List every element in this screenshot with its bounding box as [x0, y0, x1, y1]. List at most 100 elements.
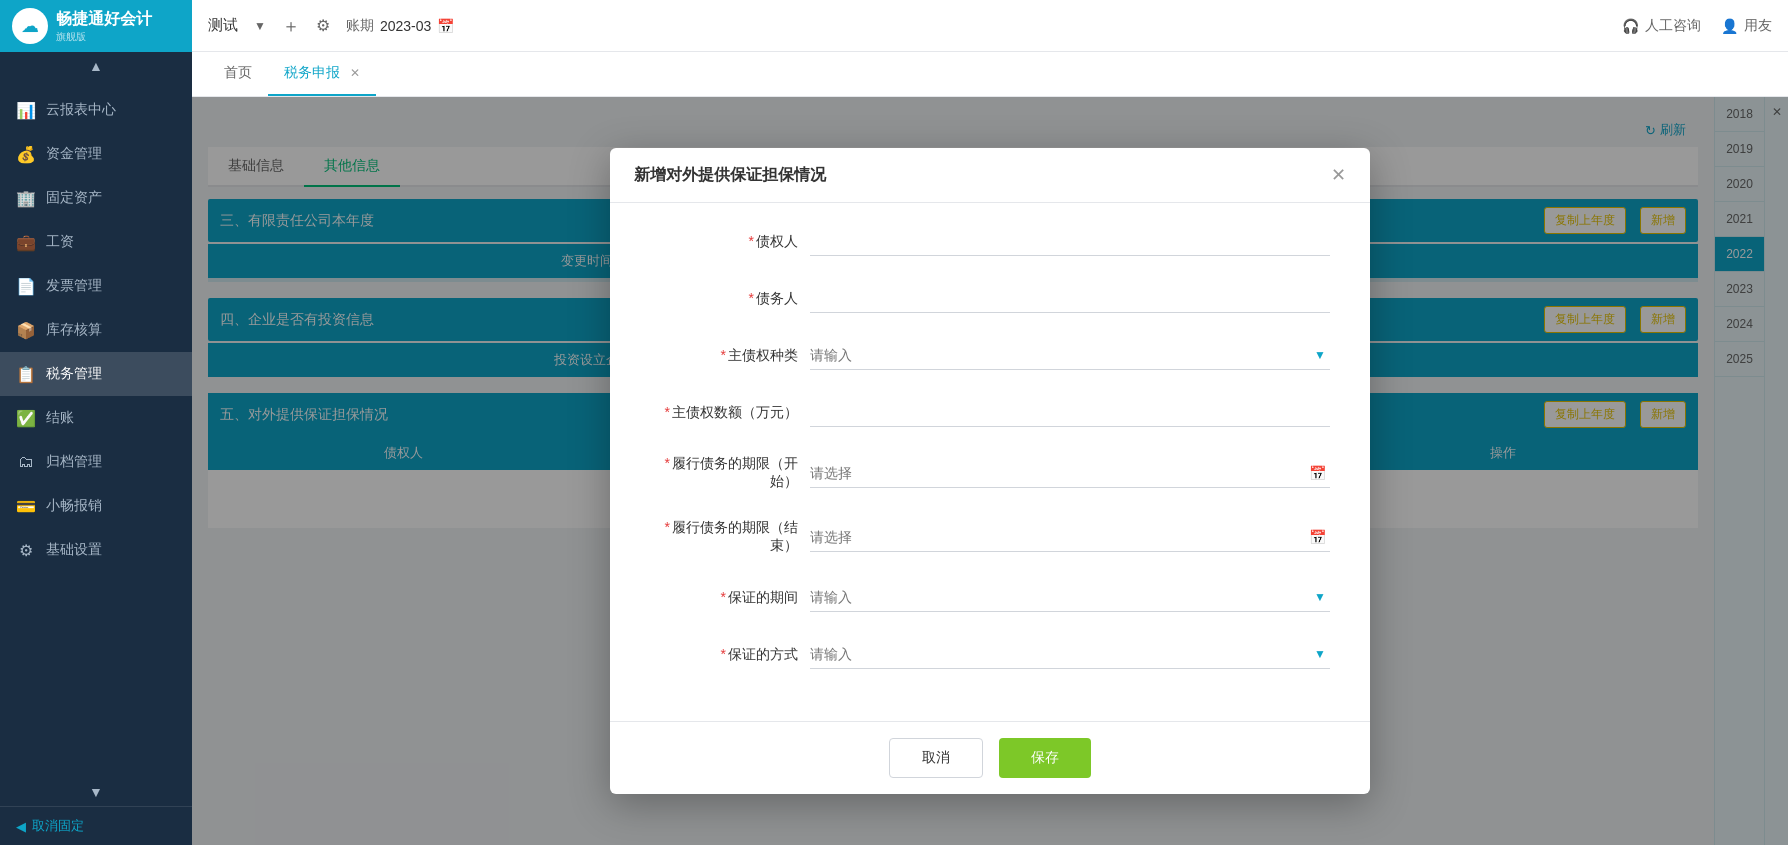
fund-label: 资金管理 [46, 145, 102, 163]
tab-close-icon[interactable]: ✕ [350, 66, 360, 80]
service-button[interactable]: 🎧 人工咨询 [1622, 17, 1701, 35]
basic-settings-label: 基础设置 [46, 541, 102, 559]
sidebar-logo: ☁ 畅捷通好会计 旗舰版 [0, 0, 192, 52]
payroll-label: 工资 [46, 233, 74, 251]
required-star-7: * [721, 589, 726, 605]
period-end-label: *履行债务的期限（结束） [650, 519, 810, 555]
debt-amount-input[interactable] [810, 398, 1330, 427]
guarantee-period-input[interactable] [810, 583, 1310, 611]
debt-type-select-wrap: ▼ [810, 341, 1330, 370]
field-guarantee-method: *保证的方式 ▼ [650, 640, 1330, 669]
debt-type-chevron-icon[interactable]: ▼ [1310, 348, 1330, 362]
field-debt-type: *主债权种类 ▼ [650, 341, 1330, 370]
fixed-assets-label: 固定资产 [46, 189, 102, 207]
guarantee-period-label: *保证的期间 [650, 589, 810, 607]
logo-text-wrap: 畅捷通好会计 旗舰版 [56, 9, 152, 44]
guarantee-period-chevron-icon[interactable]: ▼ [1310, 590, 1330, 604]
sidebar-scroll-down[interactable]: ▼ [0, 778, 192, 806]
guarantee-method-input[interactable] [810, 640, 1310, 668]
calendar-start-icon[interactable]: 📅 [1305, 465, 1330, 481]
modal-dialog: 新增对外提供保证担保情况 ✕ *债权人 [610, 148, 1370, 794]
modal-body: *债权人 *债务人 [610, 203, 1370, 721]
gear-icon[interactable]: ⚙ [316, 16, 330, 35]
sidebar-item-payroll[interactable]: 💼 工资 [0, 220, 192, 264]
content-tabs: 首页 税务申报 ✕ [192, 52, 1788, 97]
calendar-end-icon[interactable]: 📅 [1305, 529, 1330, 545]
logo-icon: ☁ [12, 8, 48, 44]
modal-overlay: 新增对外提供保证担保情况 ✕ *债权人 [192, 97, 1788, 845]
field-guarantee-period: *保证的期间 ▼ [650, 583, 1330, 612]
sidebar-cancel-pin[interactable]: ◀ 取消固定 [0, 806, 192, 845]
tax-label: 税务管理 [46, 365, 102, 383]
required-star-6: * [665, 519, 670, 535]
sidebar-item-archive[interactable]: 🗂 归档管理 [0, 440, 192, 484]
tab-home[interactable]: 首页 [208, 52, 268, 96]
checkout-icon: ✅ [16, 408, 36, 428]
cancel-pin-label: 取消固定 [32, 817, 84, 835]
required-star-2: * [749, 290, 754, 306]
debt-type-label: *主债权种类 [650, 347, 810, 365]
main-area: 测试 ▼ ＋ ⚙ 账期 2023-03 📅 🎧 人工咨询 👤 用友 [192, 0, 1788, 845]
checkout-label: 结账 [46, 409, 74, 427]
sidebar-item-fund-mgmt[interactable]: 💰 资金管理 [0, 132, 192, 176]
cancel-button[interactable]: 取消 [889, 738, 983, 778]
creditor-input[interactable] [810, 227, 1330, 256]
sidebar-item-checkout[interactable]: ✅ 结账 [0, 396, 192, 440]
sidebar-item-cloud-reports[interactable]: 📊 云报表中心 [0, 88, 192, 132]
user-label: 用友 [1744, 17, 1772, 35]
guarantee-method-chevron-icon[interactable]: ▼ [1310, 647, 1330, 661]
sidebar-item-basic-settings[interactable]: ⚙ 基础设置 [0, 528, 192, 572]
field-debtor: *债务人 [650, 284, 1330, 313]
period-end-input[interactable] [810, 523, 1305, 551]
xiaochang-label: 小畅报销 [46, 497, 102, 515]
field-period-end: *履行债务的期限（结束） 📅 [650, 519, 1330, 555]
required-star-5: * [665, 455, 670, 471]
page-content: ↻ 刷新 基础信息 其他信息 三、有限责任公司本年度 [192, 97, 1788, 845]
modal-title: 新增对外提供保证担保情况 [634, 165, 826, 186]
debtor-input[interactable] [810, 284, 1330, 313]
topbar: 测试 ▼ ＋ ⚙ 账期 2023-03 📅 🎧 人工咨询 👤 用友 [192, 0, 1788, 52]
required-star-8: * [721, 646, 726, 662]
sidebar-item-fixed-assets[interactable]: 🏢 固定资产 [0, 176, 192, 220]
sidebar-item-inventory[interactable]: 📦 库存核算 [0, 308, 192, 352]
field-creditor: *债权人 [650, 227, 1330, 256]
period-start-date-wrap: 📅 [810, 459, 1330, 488]
inventory-icon: 📦 [16, 320, 36, 340]
debt-type-input[interactable] [810, 341, 1310, 369]
logo-sub-text: 旗舰版 [56, 30, 152, 44]
calendar-icon[interactable]: 📅 [437, 18, 454, 34]
guarantee-method-label: *保证的方式 [650, 646, 810, 664]
debtor-input-wrap [810, 284, 1330, 313]
debt-amount-label: *主债权数额（万元） [650, 404, 810, 422]
fund-icon: 💰 [16, 144, 36, 164]
inventory-label: 库存核算 [46, 321, 102, 339]
cloud-reports-icon: 📊 [16, 100, 36, 120]
archive-label: 归档管理 [46, 453, 102, 471]
save-button[interactable]: 保存 [999, 738, 1091, 778]
tab-tax-report[interactable]: 税务申报 ✕ [268, 52, 376, 96]
creditor-input-wrap [810, 227, 1330, 256]
period-start-input[interactable] [810, 459, 1305, 487]
required-star-3: * [721, 347, 726, 363]
sidebar-scroll-up[interactable]: ▲ [0, 52, 192, 80]
required-star-4: * [665, 404, 670, 420]
sidebar-item-xiaochang[interactable]: 💳 小畅报销 [0, 484, 192, 528]
sidebar-item-invoice[interactable]: 📄 发票管理 [0, 264, 192, 308]
modal-close-button[interactable]: ✕ [1331, 164, 1346, 186]
basic-settings-icon: ⚙ [16, 540, 36, 560]
user-icon: 👤 [1721, 18, 1738, 34]
headset-icon: 🎧 [1622, 18, 1639, 34]
company-chevron-icon[interactable]: ▼ [254, 19, 266, 33]
debtor-label: *债务人 [650, 290, 810, 308]
xiaochang-icon: 💳 [16, 496, 36, 516]
sidebar: ☁ 畅捷通好会计 旗舰版 ▲ 📊 云报表中心 💰 资金管理 🏢 固定资产 💼 [0, 0, 192, 845]
payroll-icon: 💼 [16, 232, 36, 252]
user-button[interactable]: 👤 用友 [1721, 17, 1772, 35]
debt-amount-input-wrap [810, 398, 1330, 427]
guarantee-method-select-wrap: ▼ [810, 640, 1330, 669]
invoice-label: 发票管理 [46, 277, 102, 295]
sidebar-item-tax-mgmt[interactable]: 📋 税务管理 [0, 352, 192, 396]
pin-icon: ◀ [16, 819, 26, 834]
modal-header: 新增对外提供保证担保情况 ✕ [610, 148, 1370, 203]
add-icon[interactable]: ＋ [282, 14, 300, 38]
